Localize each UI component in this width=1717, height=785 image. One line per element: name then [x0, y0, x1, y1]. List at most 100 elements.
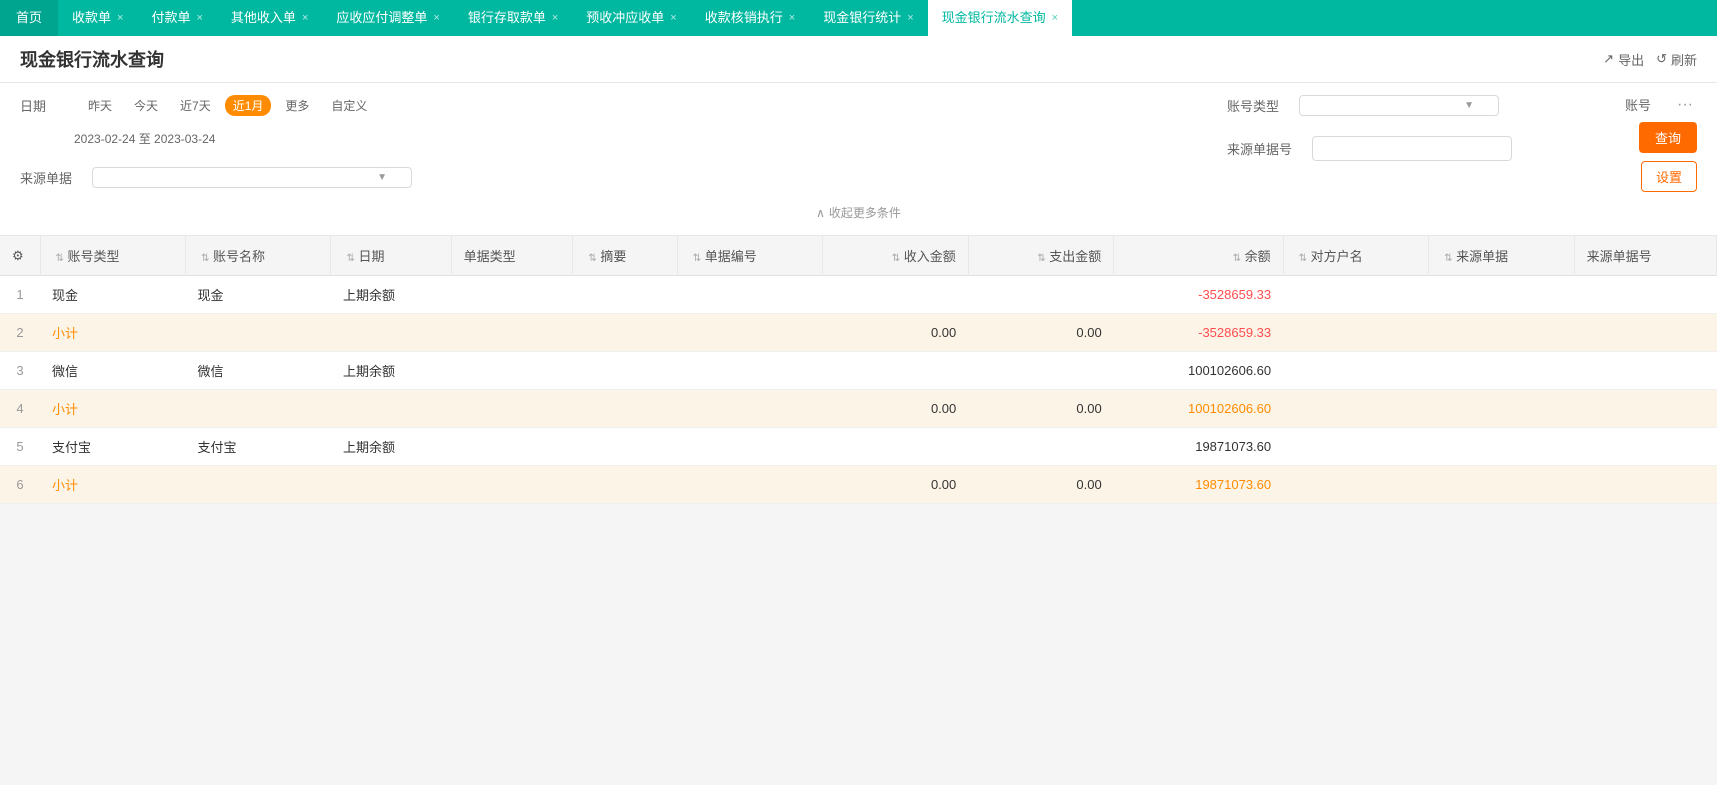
cell-account-type: 现金: [40, 276, 185, 314]
filter-left-block: 日期 昨天 今天 近7天 近1月 更多 自定义 2023-02-24 至 202…: [20, 95, 1227, 198]
filter-area: 日期 昨天 今天 近7天 近1月 更多 自定义 2023-02-24 至 202…: [0, 83, 1717, 236]
source-doc-label: 来源单据: [20, 168, 72, 187]
account-dots-icon[interactable]: ···: [1673, 96, 1697, 114]
filter-right-block: 账号 ··· 查询 设置: [1577, 95, 1697, 192]
cell-doc-type: [451, 314, 573, 352]
export-button[interactable]: ↗ 导出: [1603, 50, 1644, 69]
col-header-doc-num[interactable]: ⇅ 单据编号: [677, 236, 822, 276]
data-table: ⚙ ⇅ 账号类型 ⇅ 账号名称 ⇅ 日期 单据类型 ⇅: [0, 236, 1717, 504]
sort-icon: ⇅: [56, 253, 64, 264]
col-header-expense[interactable]: ⇅ 支出金额: [968, 236, 1113, 276]
query-button[interactable]: 查询: [1639, 122, 1697, 153]
cell-income: 0.00: [823, 390, 968, 428]
nav-tab-5[interactable]: 预收冲应收单 ×: [572, 0, 690, 36]
col-header-income[interactable]: ⇅ 收入金额: [823, 236, 968, 276]
col-header-account-name[interactable]: ⇅ 账号名称: [185, 236, 330, 276]
table-settings-icon[interactable]: ⚙: [12, 248, 24, 263]
cell-source-doc: [1429, 276, 1574, 314]
cell-source-doc: [1429, 390, 1574, 428]
cell-source-doc-num: [1574, 390, 1716, 428]
cell-account-name: [185, 466, 330, 504]
nav-tab-7[interactable]: 现金银行统计 ×: [809, 0, 927, 36]
cell-expense: 0.00: [968, 314, 1113, 352]
col-header-account-type[interactable]: ⇅ 账号类型: [40, 236, 185, 276]
cell-source-doc-num: [1574, 466, 1716, 504]
cell-date: 上期余额: [331, 276, 451, 314]
cell-date: [331, 466, 451, 504]
date-opt-1month[interactable]: 近1月: [225, 95, 272, 116]
source-doc-num-input[interactable]: [1312, 136, 1512, 161]
nav-tab-2[interactable]: 其他收入单 ×: [217, 0, 322, 36]
date-opt-today[interactable]: 今天: [126, 95, 166, 116]
nav-tab-close-2[interactable]: ×: [302, 0, 308, 36]
col-label-summary: 摘要: [600, 249, 626, 264]
col-header-balance[interactable]: ⇅ 余额: [1114, 236, 1283, 276]
nav-tab-close-8[interactable]: ×: [1052, 0, 1058, 36]
nav-home[interactable]: 首页: [0, 0, 58, 36]
date-opt-7days[interactable]: 近7天: [172, 95, 219, 116]
cell-balance: -3528659.33: [1114, 276, 1283, 314]
col-header-source-doc-num[interactable]: 来源单据号: [1574, 236, 1716, 276]
nav-tab-close-0[interactable]: ×: [117, 0, 123, 36]
cell-doc-num: [677, 428, 822, 466]
account-type-select[interactable]: ▼: [1299, 95, 1499, 116]
nav-tab-4[interactable]: 银行存取款单 ×: [454, 0, 572, 36]
cell-counterpart: [1283, 390, 1428, 428]
cell-num: 6: [0, 466, 40, 504]
nav-tab-close-3[interactable]: ×: [433, 0, 439, 36]
sort-icon: ⇅: [892, 253, 900, 264]
settings-col-header[interactable]: ⚙: [0, 236, 40, 276]
nav-tab-close-4[interactable]: ×: [552, 0, 558, 36]
table-row: 5 支付宝 支付宝 上期余额 19871073.60: [0, 428, 1717, 466]
collapse-bar[interactable]: ∧ 收起更多条件: [20, 198, 1697, 223]
cell-account-name: 现金: [185, 276, 330, 314]
nav-tab-close-1[interactable]: ×: [196, 0, 202, 36]
nav-tab-close-7[interactable]: ×: [907, 0, 913, 36]
nav-tab-close-5[interactable]: ×: [670, 0, 676, 36]
cell-balance: 19871073.60: [1114, 428, 1283, 466]
table-row: 6 小计 0.00 0.00 19871073.60: [0, 466, 1717, 504]
source-doc-select[interactable]: ▼: [92, 167, 412, 188]
filter-top-row: 日期 昨天 今天 近7天 近1月 更多 自定义 2023-02-24 至 202…: [20, 95, 1697, 198]
col-header-summary[interactable]: ⇅ 摘要: [573, 236, 677, 276]
header-actions: ↗ 导出 ↺ 刷新: [1603, 50, 1697, 69]
table-container: ⚙ ⇅ 账号类型 ⇅ 账号名称 ⇅ 日期 单据类型 ⇅: [0, 236, 1717, 504]
nav-tab-0[interactable]: 收款单 ×: [58, 0, 137, 36]
date-opt-more[interactable]: 更多: [277, 95, 317, 116]
sort-icon: ⇅: [588, 253, 596, 264]
account-label: 账号: [1625, 95, 1665, 114]
col-header-source-doc[interactable]: ⇅ 来源单据: [1429, 236, 1574, 276]
cell-balance: -3528659.33: [1114, 314, 1283, 352]
cell-source-doc: [1429, 466, 1574, 504]
cell-num: 4: [0, 390, 40, 428]
cell-source-doc: [1429, 314, 1574, 352]
cell-income: [823, 352, 968, 390]
col-label-doc-num: 单据编号: [705, 249, 757, 264]
sort-icon: ⇅: [1233, 253, 1241, 264]
cell-num: 1: [0, 276, 40, 314]
date-opt-yesterday[interactable]: 昨天: [80, 95, 120, 116]
nav-tab-close-6[interactable]: ×: [789, 0, 795, 36]
nav-tab-label-7: 现金银行统计: [823, 0, 901, 36]
nav-tab-1[interactable]: 付款单 ×: [137, 0, 216, 36]
nav-tab-3[interactable]: 应收应付调整单 ×: [322, 0, 453, 36]
filter-date-row: 日期 昨天 今天 近7天 近1月 更多 自定义: [20, 95, 1227, 116]
col-header-counterpart[interactable]: ⇅ 对方户名: [1283, 236, 1428, 276]
filter-account-type-row: 账号类型 ▼: [1227, 95, 1577, 116]
cell-summary: [573, 314, 677, 352]
date-opt-custom[interactable]: 自定义: [323, 95, 375, 116]
filter-date-range-row: 2023-02-24 至 2023-03-24: [20, 130, 1227, 147]
nav-tab-8[interactable]: 现金银行流水查询 ×: [928, 0, 1072, 36]
page-header: 现金银行流水查询 ↗ 导出 ↺ 刷新: [0, 36, 1717, 83]
table-row: 4 小计 0.00 0.00 100102606.60: [0, 390, 1717, 428]
col-label-expense: 支出金额: [1049, 249, 1101, 264]
col-header-date[interactable]: ⇅ 日期: [331, 236, 451, 276]
refresh-button[interactable]: ↺ 刷新: [1656, 50, 1697, 69]
nav-tab-6[interactable]: 收款核销执行 ×: [691, 0, 809, 36]
settings-button[interactable]: 设置: [1641, 161, 1697, 192]
cell-source-doc-num: [1574, 352, 1716, 390]
cell-date: 上期余额: [331, 352, 451, 390]
col-header-doc-type[interactable]: 单据类型: [451, 236, 573, 276]
sort-icon: ⇅: [693, 253, 701, 264]
col-label-balance: 余额: [1245, 249, 1271, 264]
